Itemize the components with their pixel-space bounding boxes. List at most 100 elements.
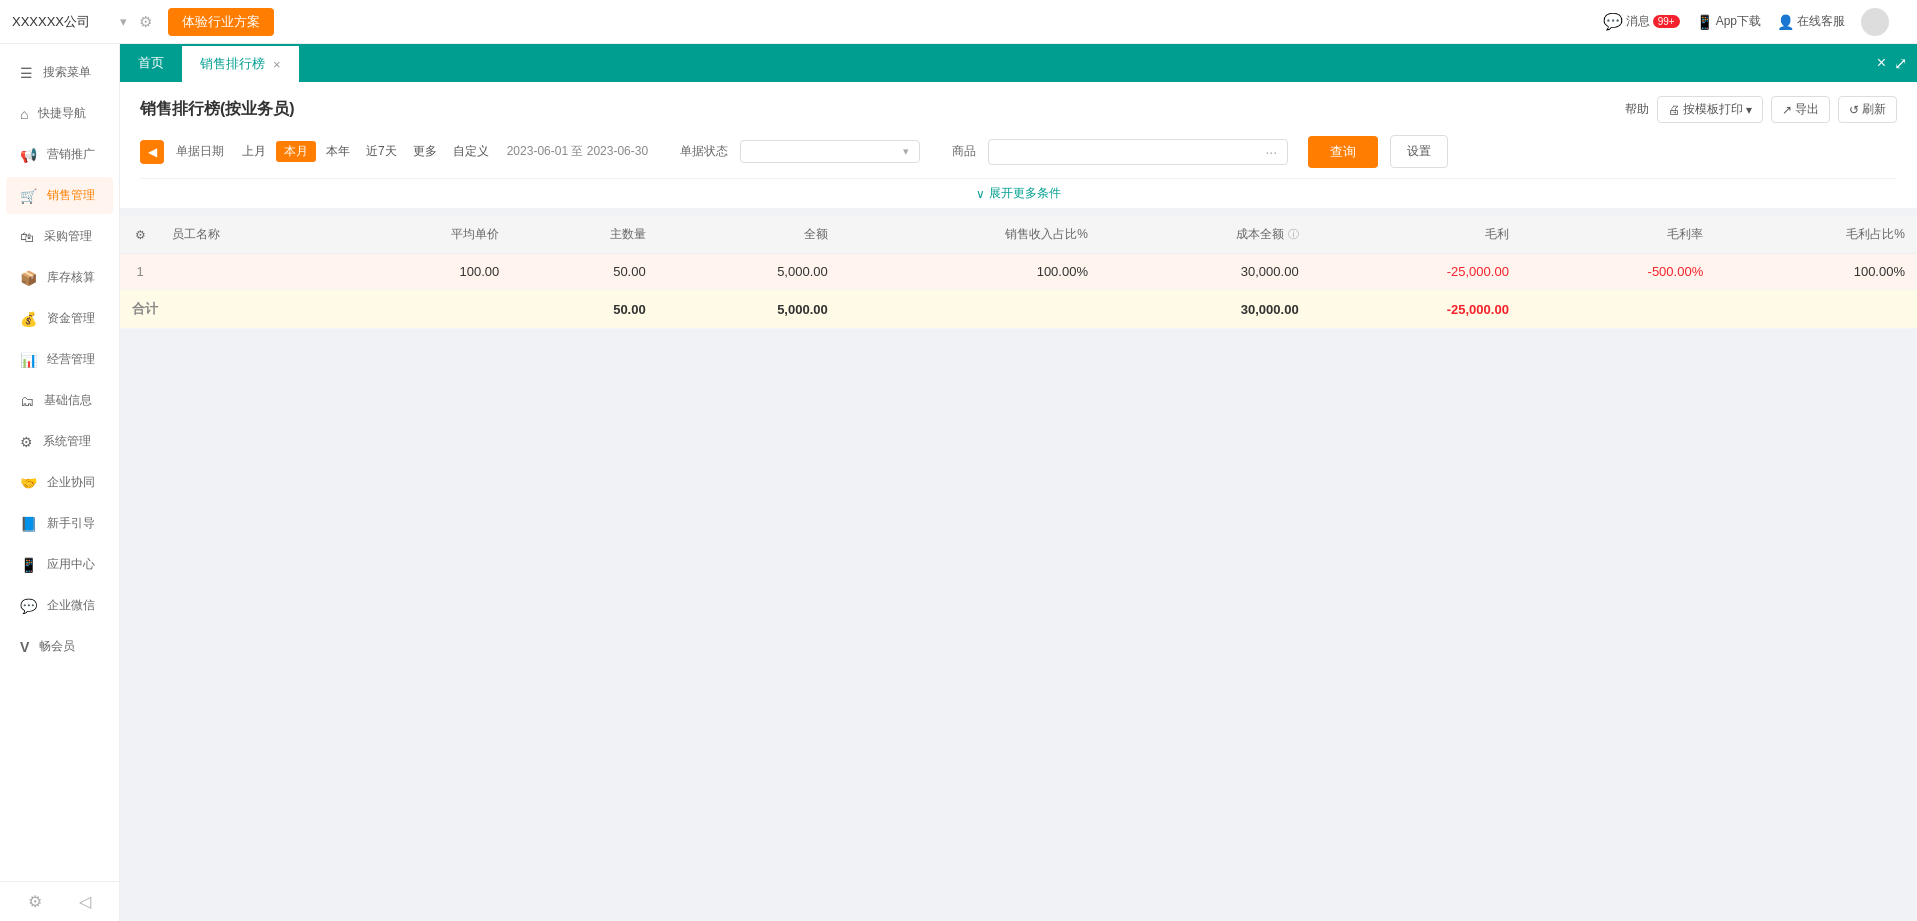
sidebar-item-label: 库存核算 xyxy=(47,269,95,286)
date-option-custom[interactable]: 自定义 xyxy=(447,141,495,162)
sidebar-item-inventory[interactable]: 📦 库存核算 xyxy=(6,259,113,296)
sidebar-item-label: 基础信息 xyxy=(44,392,92,409)
cell-profit-pct: 100.00% xyxy=(1715,254,1917,290)
sidebar-item-label: 新手引导 xyxy=(47,515,95,532)
table-area: ⚙ 员工名称 平均单价 主数量 全额 销售收入占比% 成本全额 ⓘ 毛利 毛利率… xyxy=(120,216,1917,329)
cell-index: 1 xyxy=(120,254,160,290)
sidebar-settings-icon[interactable]: ⚙ xyxy=(28,892,42,911)
sidebar-item-guide[interactable]: 📘 新手引导 xyxy=(6,505,113,542)
sidebar-item-member[interactable]: V 畅会员 xyxy=(6,628,113,665)
message-area[interactable]: 💬 消息 99+ xyxy=(1603,12,1680,31)
status-filter-select[interactable]: ▾ xyxy=(740,140,920,163)
sidebar-item-search-order[interactable]: ☰ 搜索菜单 xyxy=(6,54,113,91)
table-row: 1 100.00 50.00 5,000.00 100.00% 30,000.0… xyxy=(120,254,1917,290)
sidebar-item-marketing[interactable]: 📢 营销推广 xyxy=(6,136,113,173)
cell-profit-rate: -500.00% xyxy=(1521,254,1715,290)
window-close-button[interactable]: × xyxy=(1877,54,1886,72)
window-expand-button[interactable]: ⤢ xyxy=(1894,54,1907,73)
company-name: XXXXXX公司 xyxy=(12,13,112,31)
sidebar-item-sales[interactable]: 🛒 销售管理 xyxy=(6,177,113,214)
date-option-current-year[interactable]: 本年 xyxy=(320,141,356,162)
sidebar-item-purchase[interactable]: 🛍 采购管理 xyxy=(6,218,113,255)
filter-row: ◀ 单据日期 上月 本月 本年 近7天 更多 自定义 2023-06-01 至 … xyxy=(140,135,1897,178)
expand-more-btn[interactable]: ∨ 展开更多条件 xyxy=(976,185,1061,202)
inventory-icon: 📦 xyxy=(20,270,37,286)
refresh-label: 刷新 xyxy=(1862,101,1886,118)
sidebar-item-apps[interactable]: 📱 应用中心 xyxy=(6,546,113,583)
tab-sales-ranking[interactable]: 销售排行榜 × xyxy=(182,44,299,82)
sales-ranking-table: ⚙ 员工名称 平均单价 主数量 全额 销售收入占比% 成本全额 ⓘ 毛利 毛利率… xyxy=(120,216,1917,329)
footer-cost: 30,000.00 xyxy=(1100,290,1311,329)
sidebar-item-label: 畅会员 xyxy=(39,638,75,655)
collab-icon: 🤝 xyxy=(20,475,37,491)
export-button[interactable]: ↗ 导出 xyxy=(1771,96,1830,123)
col-profit-pct: 毛利占比% xyxy=(1715,216,1917,254)
expand-area: ∨ 展开更多条件 xyxy=(140,178,1897,208)
footer-profit-pct xyxy=(1715,290,1917,329)
tab-close-icon[interactable]: × xyxy=(273,57,281,72)
apps-icon: 📱 xyxy=(20,557,37,573)
date-option-current-month[interactable]: 本月 xyxy=(276,141,316,162)
cell-employee xyxy=(160,254,336,290)
sidebar-item-label: 应用中心 xyxy=(47,556,95,573)
sidebar-item-label: 采购管理 xyxy=(44,228,92,245)
wechat-icon: 💬 xyxy=(20,598,37,614)
app-icon: 📱 xyxy=(1696,14,1713,30)
cell-profit: -25,000.00 xyxy=(1311,254,1521,290)
sidebar-item-finance[interactable]: 💰 资金管理 xyxy=(6,300,113,337)
date-option-more[interactable]: 更多 xyxy=(407,141,443,162)
sidebar: ☰ 搜索菜单 ⌂ 快捷导航 📢 营销推广 🛒 销售管理 🛍 采购管理 📦 库存核… xyxy=(0,44,120,921)
service-area[interactable]: 👤 在线客服 xyxy=(1777,13,1845,30)
sidebar-collapse-icon[interactable]: ◁ xyxy=(79,892,91,911)
settings-button[interactable]: 设置 xyxy=(1390,135,1448,168)
query-button[interactable]: 查询 xyxy=(1308,136,1378,168)
filter-collapse-arrow[interactable]: ◀ xyxy=(140,140,164,164)
col-profit: 毛利 xyxy=(1311,216,1521,254)
app-download-area[interactable]: 📱 App下载 xyxy=(1696,13,1761,30)
expand-chevron-icon: ∨ xyxy=(976,187,985,201)
date-option-7days[interactable]: 近7天 xyxy=(360,141,403,162)
print-label: 按模板打印 xyxy=(1683,101,1743,118)
tab-home[interactable]: 首页 xyxy=(120,44,182,82)
help-button[interactable]: 帮助 xyxy=(1625,101,1649,118)
status-filter-label: 单据状态 xyxy=(680,143,728,160)
print-button[interactable]: 🖨 按模板打印 ▾ xyxy=(1657,96,1763,123)
export-icon: ↗ xyxy=(1782,103,1792,117)
export-label: 导出 xyxy=(1795,101,1819,118)
sidebar-item-quick-nav[interactable]: ⌂ 快捷导航 xyxy=(6,95,113,132)
table-header-row: ⚙ 员工名称 平均单价 主数量 全额 销售收入占比% 成本全额 ⓘ 毛利 毛利率… xyxy=(120,216,1917,254)
refresh-button[interactable]: ↺ 刷新 xyxy=(1838,96,1897,123)
sidebar-item-basic[interactable]: 🗂 基础信息 xyxy=(6,382,113,419)
date-option-last-month[interactable]: 上月 xyxy=(236,141,272,162)
footer-label: 合计 xyxy=(120,290,336,329)
col-qty: 主数量 xyxy=(511,216,657,254)
sidebar-item-wechat[interactable]: 💬 企业微信 xyxy=(6,587,113,624)
page-title: 销售排行榜(按业务员) xyxy=(140,99,295,120)
footer-profit: -25,000.00 xyxy=(1311,290,1521,329)
goods-filter-input[interactable]: ··· xyxy=(988,139,1288,165)
avatar xyxy=(1861,8,1889,36)
trial-button[interactable]: 体验行业方案 xyxy=(168,8,274,36)
settings-gear-icon[interactable]: ⚙ xyxy=(139,13,152,31)
more-dots-icon[interactable]: ··· xyxy=(1265,144,1277,160)
goods-filter-label: 商品 xyxy=(952,143,976,160)
sidebar-item-collab[interactable]: 🤝 企业协同 xyxy=(6,464,113,501)
table-footer-row: 合计 50.00 5,000.00 30,000.00 -25,000.00 xyxy=(120,290,1917,329)
col-cost: 成本全额 ⓘ xyxy=(1100,216,1311,254)
col-sales-pct: 销售收入占比% xyxy=(840,216,1100,254)
col-gear[interactable]: ⚙ xyxy=(120,216,160,254)
basic-icon: 🗂 xyxy=(20,393,34,409)
company-dropdown-icon[interactable]: ▾ xyxy=(120,14,127,29)
sidebar-item-system[interactable]: ⚙ 系统管理 xyxy=(6,423,113,460)
sidebar-item-label: 企业协同 xyxy=(47,474,95,491)
tab-nav: 首页 销售排行榜 × × ⤢ xyxy=(120,44,1917,82)
footer-sales-pct xyxy=(840,290,1100,329)
date-range-display: 2023-06-01 至 2023-06-30 xyxy=(507,143,648,160)
tab-active-label: 销售排行榜 xyxy=(200,55,265,73)
sidebar-item-label: 经营管理 xyxy=(47,351,95,368)
sidebar-item-operation[interactable]: 📊 经营管理 xyxy=(6,341,113,378)
refresh-icon: ↺ xyxy=(1849,103,1859,117)
purchase-icon: 🛍 xyxy=(20,229,34,245)
page-content: 销售排行榜(按业务员) 帮助 🖨 按模板打印 ▾ ↗ 导出 xyxy=(120,82,1917,921)
sidebar-item-label: 快捷导航 xyxy=(38,105,86,122)
